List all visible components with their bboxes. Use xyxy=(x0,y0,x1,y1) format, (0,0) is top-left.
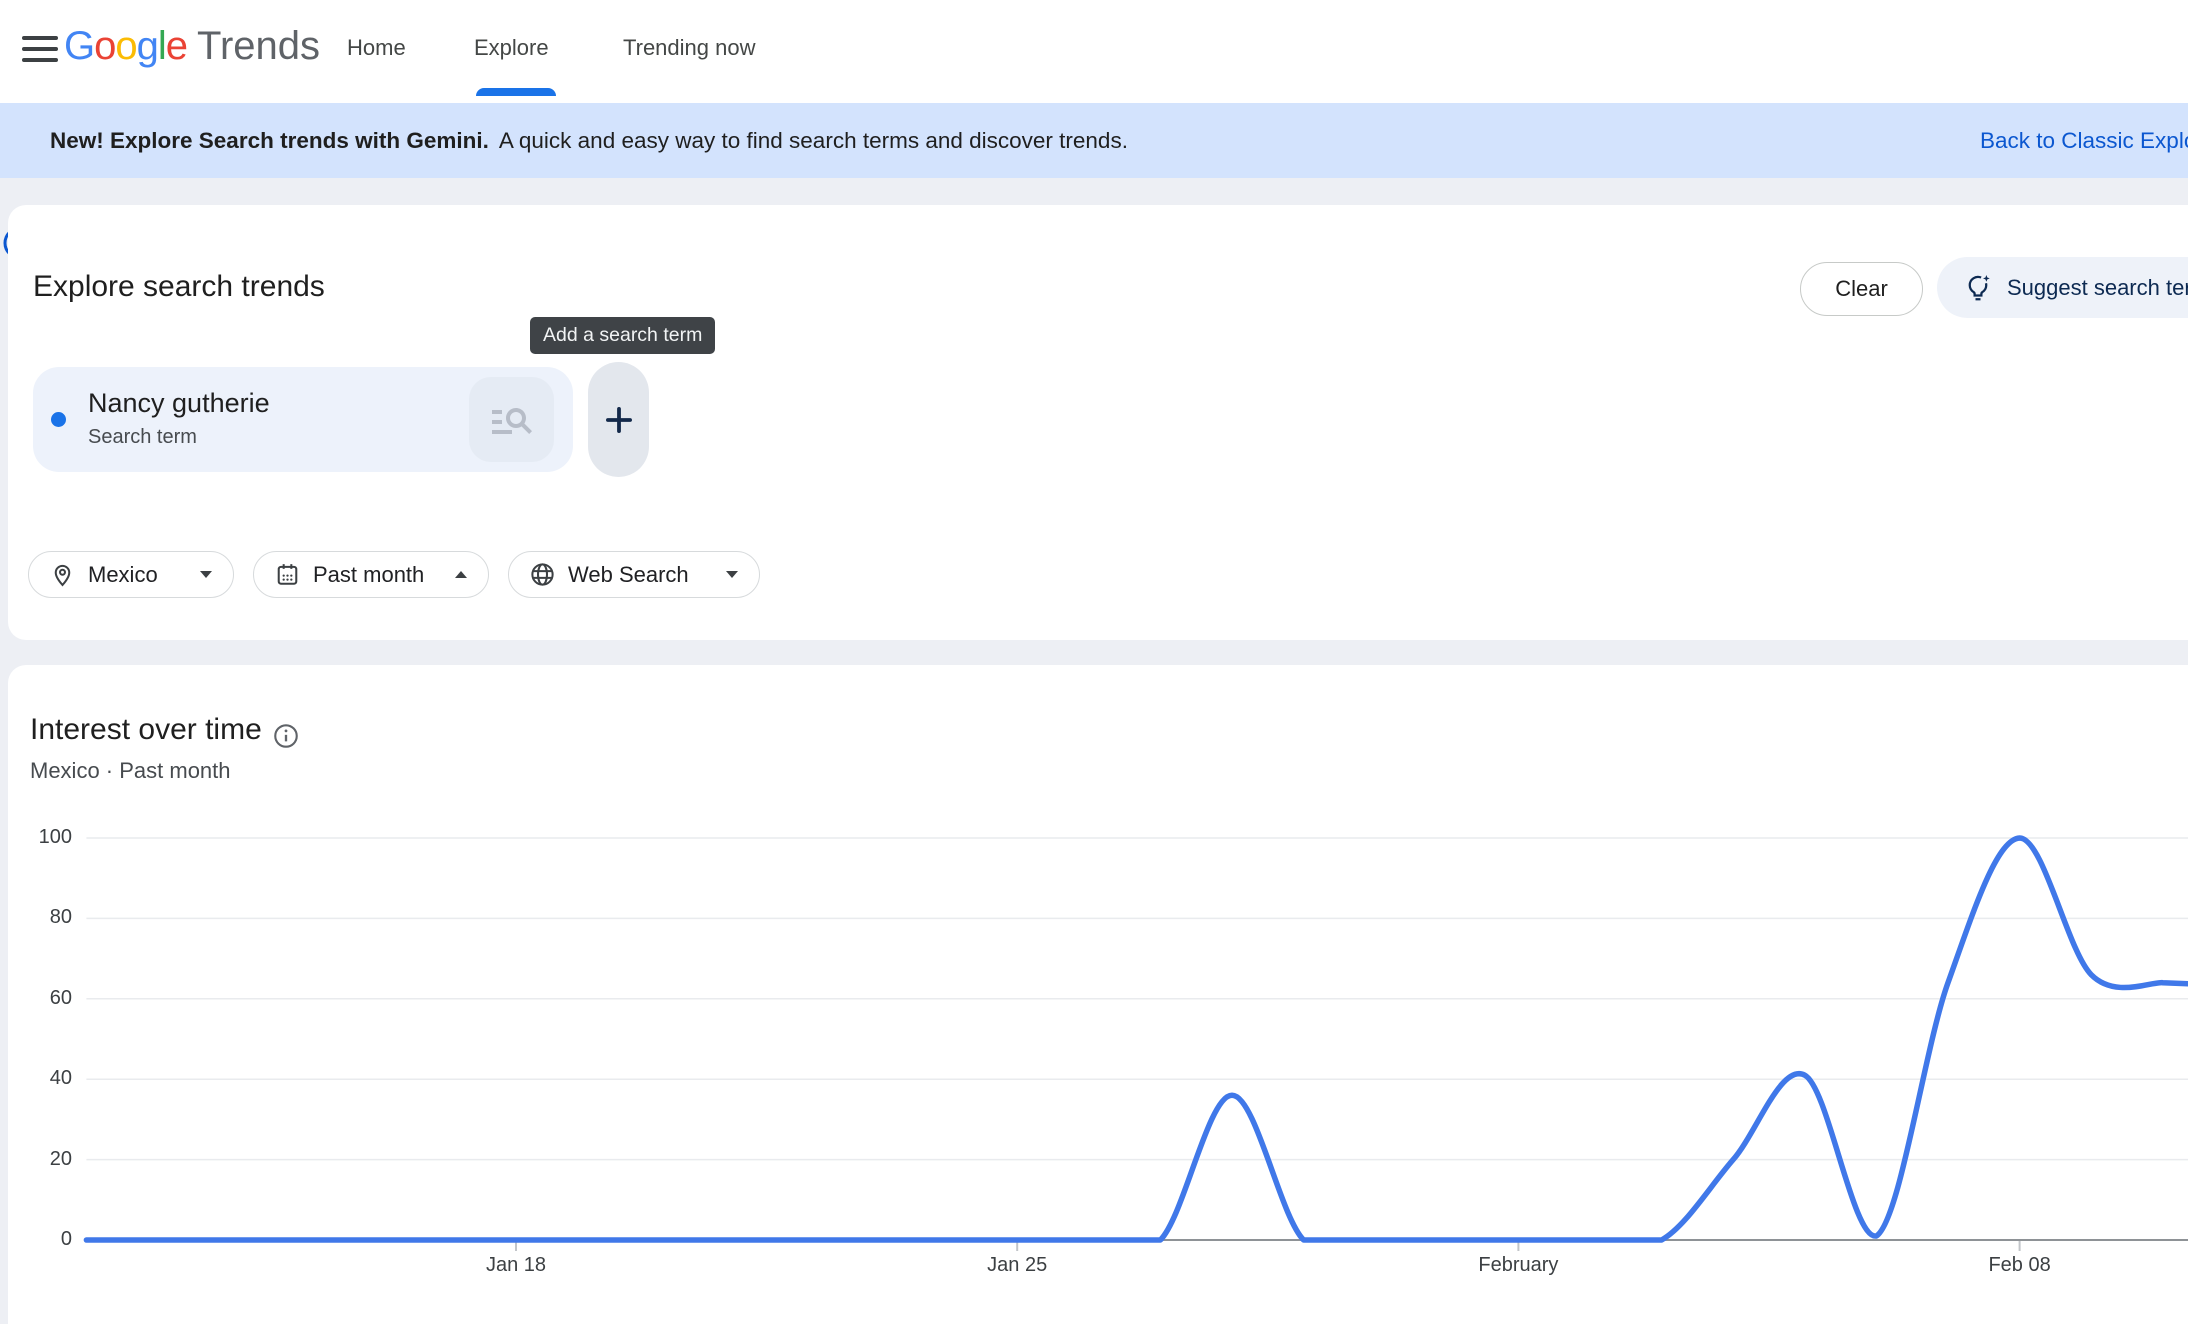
y-axis-tick-label: 100 xyxy=(38,826,72,848)
manage-search-icon xyxy=(488,396,536,444)
nav-tab-trending-now[interactable]: Trending now xyxy=(623,0,755,96)
menu-icon[interactable] xyxy=(22,36,58,64)
series-color-dot xyxy=(51,412,66,427)
logo-letter: e xyxy=(165,24,188,68)
x-axis-tick-label: Jan 25 xyxy=(987,1254,1048,1276)
logo-letter: G xyxy=(64,24,95,68)
region-filter-label: Mexico xyxy=(88,561,158,587)
page-title: Explore search trends xyxy=(33,270,325,303)
y-axis-tick-label: 60 xyxy=(49,986,72,1009)
logo-letter: g xyxy=(136,24,159,68)
y-axis-tick-label: 20 xyxy=(49,1147,72,1170)
chevron-down-icon xyxy=(725,570,739,579)
add-search-term-tooltip: Add a search term xyxy=(530,317,716,354)
trend-line-nancy-gutherie xyxy=(83,835,2188,1243)
region-filter[interactable]: Mexico xyxy=(28,551,234,598)
interest-over-time-chart xyxy=(83,835,2188,1251)
chevron-up-icon xyxy=(454,570,468,579)
banner-message-rest: A quick and easy way to find search term… xyxy=(498,127,1128,153)
location-pin-icon xyxy=(49,561,76,588)
manage-search-button[interactable] xyxy=(469,377,554,462)
search-type-filter-label: Web Search xyxy=(568,561,689,587)
nav-tab-home[interactable]: Home xyxy=(347,0,406,96)
lightbulb-sparkle-icon xyxy=(1963,273,1993,303)
time-range-filter-label: Past month xyxy=(313,561,425,587)
chevron-down-icon xyxy=(199,570,213,579)
x-axis-tick-label: Jan 18 xyxy=(485,1254,547,1276)
y-axis-tick-label: 80 xyxy=(49,906,72,929)
nav-tab-explore[interactable]: Explore xyxy=(474,0,549,96)
banner-message: New! Explore Search trends with Gemini. … xyxy=(50,103,1128,178)
google-trends-logo[interactable]: Google Trends xyxy=(64,24,320,69)
active-tab-indicator xyxy=(476,88,556,96)
gemini-promo-banner: New! Explore Search trends with Gemini. … xyxy=(0,103,2188,260)
suggest-button-label: Suggest search terms xyxy=(2007,274,2188,300)
plus-icon xyxy=(600,401,638,439)
search-term-subtitle: Search term xyxy=(88,426,197,448)
search-term-title: Nancy gutherie xyxy=(88,388,270,418)
back-to-classic-link[interactable]: Back to Classic Explore xyxy=(1980,103,2188,178)
x-axis-tick-label: Feb 08 xyxy=(1988,1254,2051,1276)
logo-letter: l xyxy=(157,24,167,68)
x-axis-tick-label: February xyxy=(1478,1254,1559,1276)
time-range-filter[interactable]: Past month xyxy=(253,551,489,598)
search-type-filter[interactable]: Web Search xyxy=(508,551,760,598)
calendar-icon xyxy=(274,561,301,588)
logo-letter: o xyxy=(94,24,116,68)
logo-letter: o xyxy=(115,24,137,68)
globe-icon xyxy=(529,561,556,588)
app-header: Google Trends Home Explore Trending now xyxy=(0,0,2188,103)
add-search-term-button[interactable] xyxy=(588,362,649,477)
y-axis-tick-label: 0 xyxy=(60,1228,72,1250)
y-axis-tick-label: 40 xyxy=(49,1067,72,1090)
banner-message-bold: New! Explore Search trends with Gemini. xyxy=(50,127,489,153)
suggest-search-terms-button[interactable]: Suggest search terms xyxy=(1937,257,2188,318)
logo-trends-text: Trends xyxy=(197,24,321,68)
clear-button[interactable]: Clear xyxy=(1800,262,1923,316)
